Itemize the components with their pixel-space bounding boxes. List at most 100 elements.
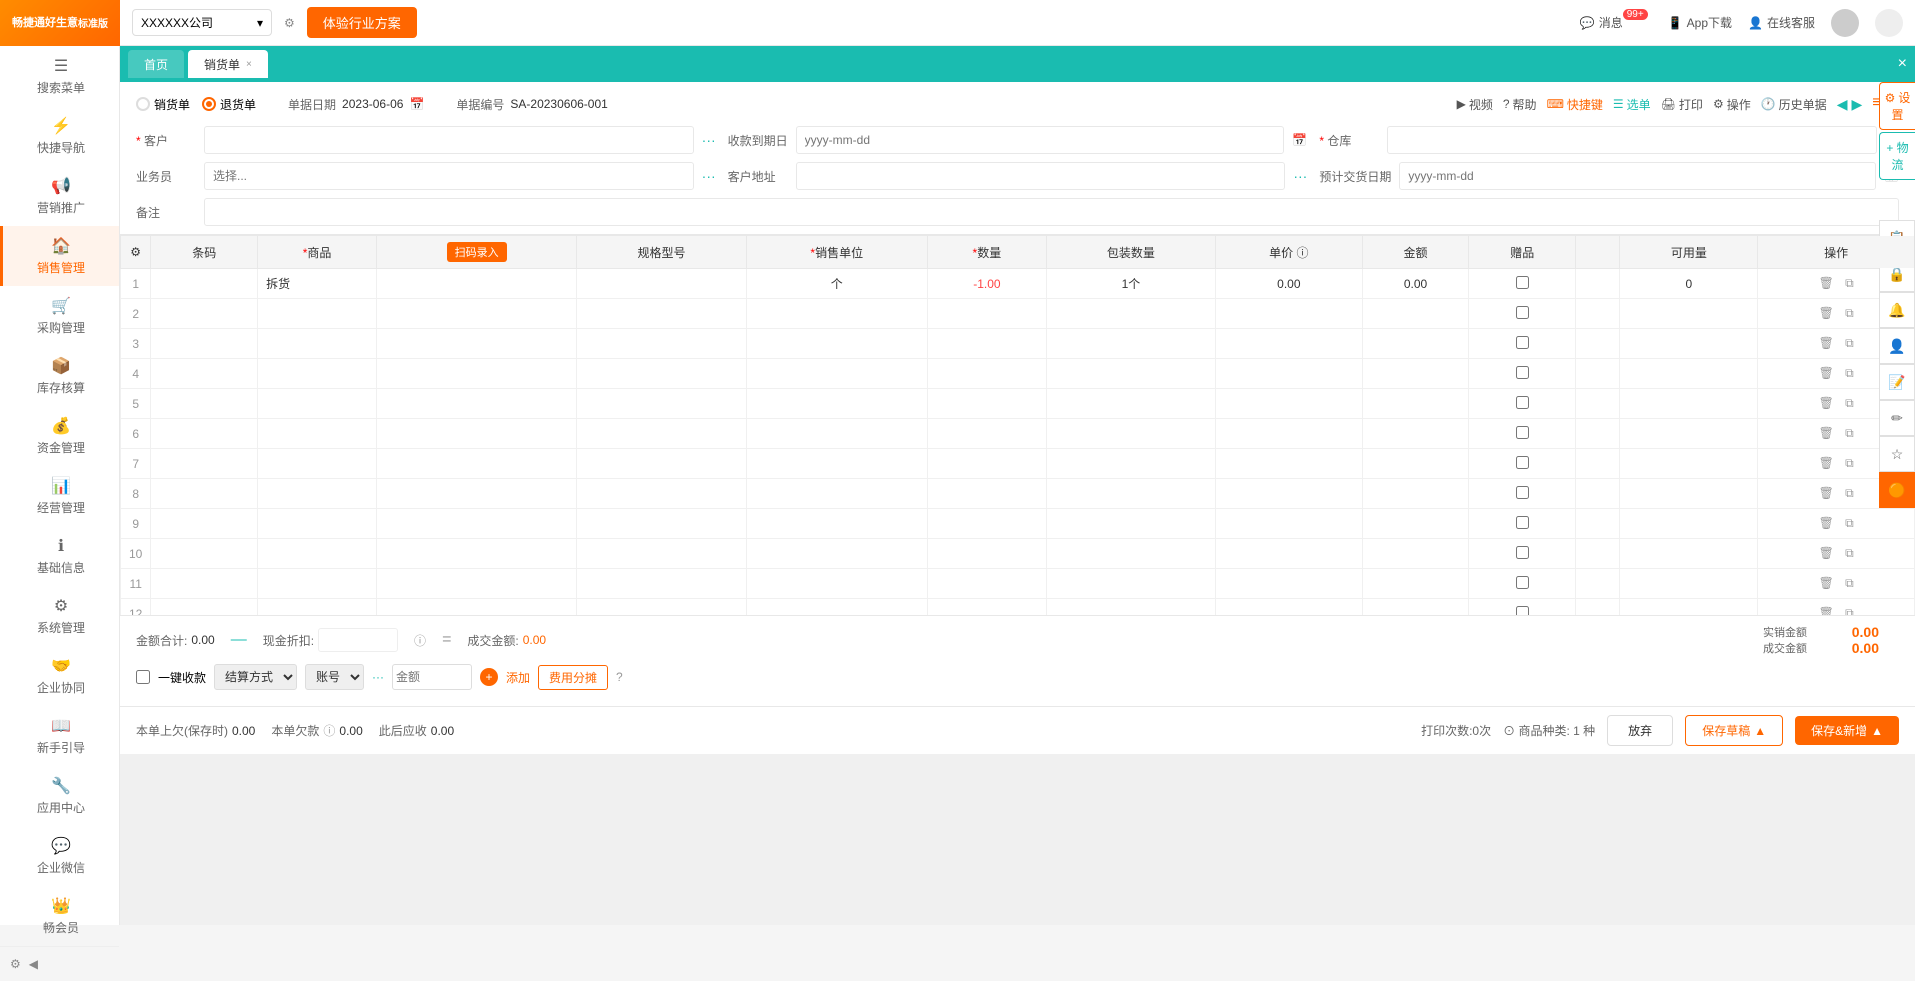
scan-btn[interactable]: 扫码录入 bbox=[447, 242, 507, 262]
right-btn-6[interactable]: ✏ bbox=[1879, 400, 1915, 436]
row-qty[interactable] bbox=[927, 599, 1046, 616]
row-unit[interactable] bbox=[746, 359, 927, 389]
add-payment-btn[interactable]: + bbox=[480, 668, 498, 686]
sidebar-collapse-icon[interactable]: ◀ bbox=[29, 957, 38, 971]
sidebar-item-guide[interactable]: 📖 新手引导 bbox=[0, 706, 119, 766]
one-click-payment-checkbox[interactable] bbox=[136, 670, 150, 684]
expense-btn[interactable]: 费用分摊 bbox=[538, 665, 608, 690]
row-amount[interactable] bbox=[1362, 509, 1469, 539]
row-price[interactable] bbox=[1216, 329, 1363, 359]
video-btn[interactable]: ▶ 视频 bbox=[1457, 96, 1493, 113]
tab-home[interactable]: 首页 bbox=[128, 50, 184, 78]
row-price[interactable] bbox=[1216, 599, 1363, 616]
col-settings[interactable]: ⚙ bbox=[121, 236, 151, 269]
tab-sales-order[interactable]: 销货单 × bbox=[188, 50, 268, 78]
delete-row-icon[interactable]: 🗑 bbox=[1819, 426, 1834, 440]
row-qty[interactable]: -1.00 bbox=[927, 269, 1046, 299]
row-price[interactable] bbox=[1216, 299, 1363, 329]
product-kind-icon[interactable]: ⊙ bbox=[1503, 724, 1515, 738]
expense-help-icon[interactable]: ? bbox=[616, 670, 623, 684]
row-unit[interactable] bbox=[746, 449, 927, 479]
copy-row-icon[interactable]: ⧉ bbox=[1845, 426, 1854, 440]
right-btn-8[interactable]: 🟠 bbox=[1879, 472, 1915, 508]
row-gift[interactable] bbox=[1469, 419, 1576, 449]
copy-row-icon[interactable]: ⧉ bbox=[1845, 456, 1854, 470]
row-qty[interactable] bbox=[927, 509, 1046, 539]
row-barcode[interactable] bbox=[151, 329, 258, 359]
row-barcode[interactable] bbox=[151, 449, 258, 479]
row-spec[interactable] bbox=[577, 479, 746, 509]
row-barcode[interactable] bbox=[151, 599, 258, 616]
right-btn-4[interactable]: 👤 bbox=[1879, 328, 1915, 364]
company-selector[interactable]: XXXXXX公司 ▾ bbox=[132, 9, 272, 36]
history-btn[interactable]: 🕐 历史单据 bbox=[1761, 96, 1827, 113]
row-amount[interactable] bbox=[1362, 479, 1469, 509]
row-pkg-qty[interactable] bbox=[1046, 299, 1215, 329]
row-amount[interactable]: 0.00 bbox=[1362, 269, 1469, 299]
row-product[interactable] bbox=[258, 419, 377, 449]
row-pkg-qty[interactable]: 1个 bbox=[1046, 269, 1215, 299]
avatar2[interactable] bbox=[1875, 9, 1903, 37]
row-price[interactable] bbox=[1216, 479, 1363, 509]
row-qty[interactable] bbox=[927, 569, 1046, 599]
row-gift[interactable] bbox=[1469, 269, 1576, 299]
row-barcode[interactable] bbox=[151, 509, 258, 539]
row-spec[interactable] bbox=[577, 359, 746, 389]
trial-button[interactable]: 体验行业方案 bbox=[307, 7, 417, 38]
radio-return[interactable]: 退货单 bbox=[202, 96, 256, 113]
delete-row-icon[interactable]: 🗑 bbox=[1819, 456, 1834, 470]
notes-input[interactable] bbox=[204, 198, 1899, 226]
row-price[interactable] bbox=[1216, 449, 1363, 479]
row-unit[interactable] bbox=[746, 509, 927, 539]
row-barcode[interactable] bbox=[151, 389, 258, 419]
cumulative-help-icon[interactable]: ⓘ bbox=[323, 722, 335, 739]
row-barcode[interactable] bbox=[151, 269, 258, 299]
sidebar-item-inventory[interactable]: 📦 库存核算 bbox=[0, 346, 119, 406]
settings-btn[interactable]: ⚙ 设置 bbox=[1879, 82, 1915, 130]
sidebar-item-quicknav[interactable]: ⚡ 快捷导航 bbox=[0, 106, 119, 166]
row-unit[interactable]: 个 bbox=[746, 269, 927, 299]
row-unit[interactable] bbox=[746, 419, 927, 449]
row-price[interactable]: 0.00 bbox=[1216, 269, 1363, 299]
row-qty[interactable] bbox=[927, 389, 1046, 419]
row-product[interactable] bbox=[258, 449, 377, 479]
row-product[interactable] bbox=[258, 599, 377, 616]
sidebar-item-sales[interactable]: 🏠 销售管理 bbox=[0, 226, 119, 286]
row-qty[interactable] bbox=[927, 329, 1046, 359]
copy-row-icon[interactable]: ⧉ bbox=[1845, 336, 1854, 350]
row-unit[interactable] bbox=[746, 389, 927, 419]
delete-row-icon[interactable]: 🗑 bbox=[1819, 546, 1834, 560]
row-barcode[interactable] bbox=[151, 419, 258, 449]
row-gift[interactable] bbox=[1469, 359, 1576, 389]
sidebar-item-finance[interactable]: 💰 资金管理 bbox=[0, 406, 119, 466]
row-price[interactable] bbox=[1216, 359, 1363, 389]
row-spec[interactable] bbox=[577, 539, 746, 569]
tab-close-all-icon[interactable]: × bbox=[1898, 55, 1907, 73]
row-gift[interactable] bbox=[1469, 509, 1576, 539]
row-amount[interactable] bbox=[1362, 569, 1469, 599]
sidebar-item-wechat[interactable]: 💬 企业微信 bbox=[0, 826, 119, 886]
dots-btn2[interactable]: ··· bbox=[372, 670, 384, 684]
col-scan[interactable]: 扫码录入 bbox=[376, 236, 576, 269]
delete-row-icon[interactable]: 🗑 bbox=[1819, 396, 1834, 410]
row-product[interactable] bbox=[258, 329, 377, 359]
row-spec[interactable] bbox=[577, 509, 746, 539]
row-gift[interactable] bbox=[1469, 389, 1576, 419]
row-gift[interactable] bbox=[1469, 329, 1576, 359]
row-amount[interactable] bbox=[1362, 359, 1469, 389]
app-download-button[interactable]: 📱 App下载 bbox=[1668, 14, 1732, 31]
delete-row-icon[interactable]: 🗑 bbox=[1819, 336, 1834, 350]
row-gift[interactable] bbox=[1469, 569, 1576, 599]
row-amount[interactable] bbox=[1362, 539, 1469, 569]
row-product[interactable] bbox=[258, 389, 377, 419]
copy-row-icon[interactable]: ⧉ bbox=[1845, 306, 1854, 320]
row-spec[interactable] bbox=[577, 419, 746, 449]
row-amount[interactable] bbox=[1362, 389, 1469, 419]
sidebar-item-system[interactable]: ⚙ 系统管理 bbox=[0, 586, 119, 646]
copy-row-icon[interactable]: ⧉ bbox=[1845, 606, 1854, 615]
row-unit[interactable] bbox=[746, 599, 927, 616]
online-service-button[interactable]: 👤 在线客服 bbox=[1748, 14, 1815, 31]
right-btn-3[interactable]: 🔔 bbox=[1879, 292, 1915, 328]
row-amount[interactable] bbox=[1362, 599, 1469, 616]
copy-row-icon[interactable]: ⧉ bbox=[1845, 396, 1854, 410]
